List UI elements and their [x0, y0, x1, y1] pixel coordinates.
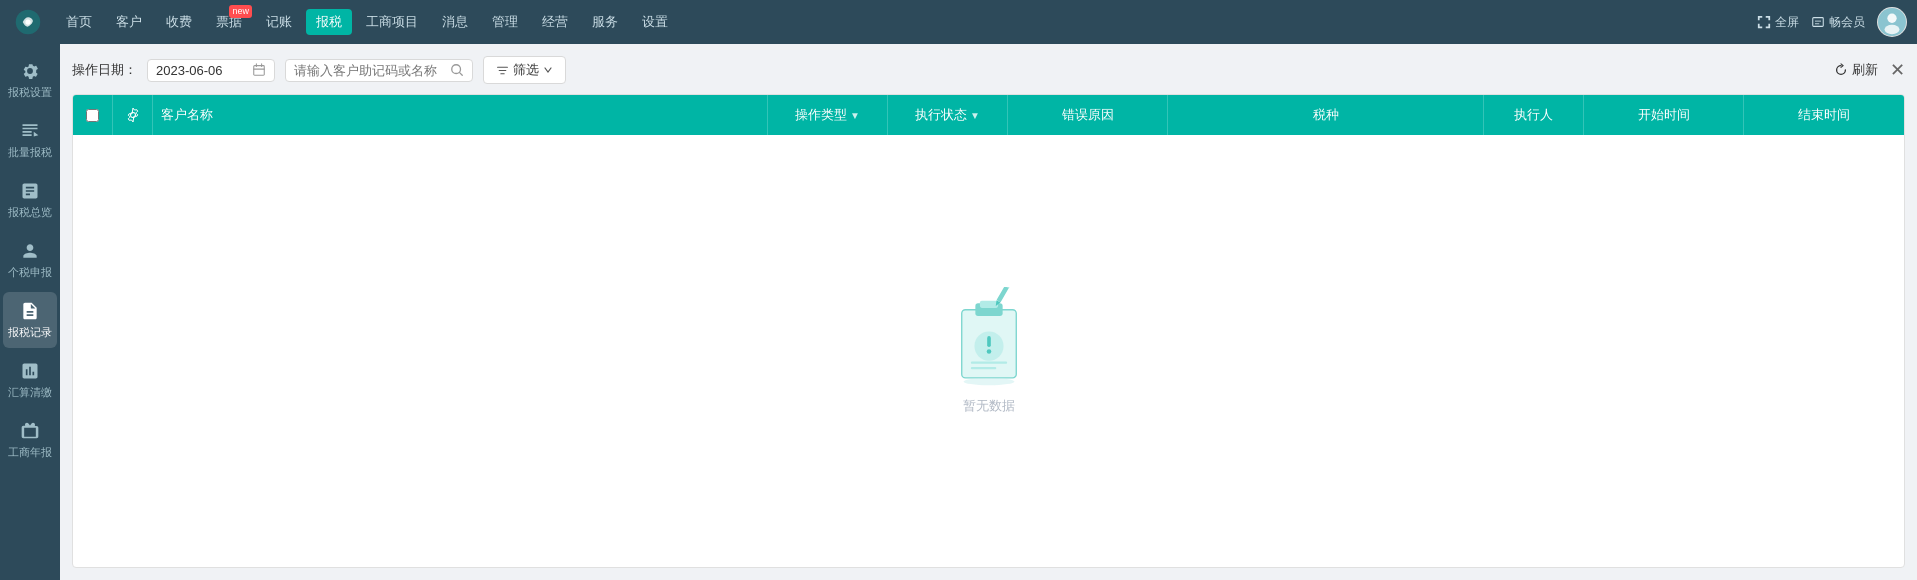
- svg-rect-14: [996, 287, 1009, 302]
- fullscreen-button[interactable]: 全屏: [1757, 14, 1799, 31]
- search-input[interactable]: [294, 63, 444, 78]
- avatar[interactable]: [1877, 7, 1907, 37]
- table-body: 暂无数据: [73, 135, 1904, 567]
- svg-point-1: [25, 19, 30, 24]
- top-nav: 首页客户收费票据new记账报税工商项目消息管理经营服务设置 全屏 畅会员: [0, 0, 1917, 44]
- nav-item-invoice[interactable]: 票据new: [206, 9, 252, 35]
- th-end-label: 结束时间: [1798, 106, 1850, 124]
- sidebar-label-tax-settings: 报税设置: [8, 85, 52, 100]
- op-type-sort-icon: ▼: [850, 110, 860, 121]
- th-start-time: 开始时间: [1584, 95, 1744, 135]
- svg-point-19: [963, 378, 1014, 385]
- sidebar-item-annual-report[interactable]: 工商年报: [3, 412, 57, 468]
- tax-settings-icon: [19, 60, 41, 82]
- th-client-label: 客户名称: [161, 106, 213, 124]
- svg-rect-2: [1813, 18, 1824, 27]
- svg-rect-18: [970, 367, 995, 369]
- tax-record-icon: [19, 300, 41, 322]
- th-op-type[interactable]: 操作类型 ▼: [768, 95, 888, 135]
- svg-point-5: [1885, 25, 1900, 34]
- sidebar-label-tax-record: 报税记录: [8, 325, 52, 340]
- th-checkbox[interactable]: [73, 95, 113, 135]
- nav-item-manage[interactable]: 管理: [482, 9, 528, 35]
- status-sort-icon: ▼: [970, 110, 980, 121]
- nav-item-collection[interactable]: 收费: [156, 9, 202, 35]
- member-label: 畅会员: [1829, 14, 1865, 31]
- th-error-label: 错误原因: [1062, 106, 1114, 124]
- th-status[interactable]: 执行状态 ▼: [888, 95, 1008, 135]
- nav-item-client[interactable]: 客户: [106, 9, 152, 35]
- date-input[interactable]: [156, 63, 246, 78]
- nav-item-service[interactable]: 服务: [582, 9, 628, 35]
- annual-report-icon: [19, 420, 41, 442]
- toolbar-row: 操作日期： 筛选 刷新 ✕: [72, 56, 1905, 84]
- table-header: 客户名称 操作类型 ▼ 执行状态 ▼ 错误原因 税种 执行人: [73, 95, 1904, 135]
- th-error: 错误原因: [1008, 95, 1168, 135]
- th-executor-label: 执行人: [1514, 106, 1553, 124]
- sidebar-item-personal-tax[interactable]: 个税申报: [3, 232, 57, 288]
- content-area: 操作日期： 筛选 刷新 ✕: [60, 44, 1917, 580]
- select-all-checkbox[interactable]: [86, 109, 99, 122]
- personal-tax-icon: [19, 240, 41, 262]
- refresh-label: 刷新: [1852, 61, 1878, 79]
- main-layout: 报税设置批量报税报税总览个税申报报税记录汇算清缴工商年报 操作日期： 筛选: [0, 44, 1917, 580]
- sidebar-label-annual-report: 工商年报: [8, 445, 52, 460]
- calc-tax-icon: [19, 360, 41, 382]
- th-client-name: 客户名称: [153, 95, 768, 135]
- empty-text: 暂无数据: [963, 397, 1015, 415]
- th-tax-label: 税种: [1313, 106, 1339, 124]
- member-button[interactable]: 畅会员: [1811, 14, 1865, 31]
- th-status-label: 执行状态: [915, 106, 967, 124]
- new-badge: new: [229, 5, 252, 18]
- date-picker[interactable]: [147, 59, 275, 82]
- th-settings[interactable]: [113, 95, 153, 135]
- nav-item-settings[interactable]: 设置: [632, 9, 678, 35]
- nav-item-message[interactable]: 消息: [432, 9, 478, 35]
- svg-rect-10: [979, 301, 997, 308]
- empty-illustration: [939, 287, 1039, 387]
- filter-label: 筛选: [513, 61, 539, 79]
- sidebar-item-tax-record[interactable]: 报税记录: [3, 292, 57, 348]
- tax-summary-icon: [19, 180, 41, 202]
- nav-item-tax[interactable]: 报税: [306, 9, 352, 35]
- refresh-button[interactable]: 刷新: [1834, 61, 1878, 79]
- sidebar-label-calc-tax: 汇算清缴: [8, 385, 52, 400]
- th-op-type-label: 操作类型: [795, 106, 847, 124]
- sidebar-item-tax-summary[interactable]: 报税总览: [3, 172, 57, 228]
- th-tax-type: 税种: [1168, 95, 1484, 135]
- nav-item-finance[interactable]: 经营: [532, 9, 578, 35]
- sidebar-label-batch-tax: 批量报税: [8, 145, 52, 160]
- close-button[interactable]: ✕: [1890, 61, 1905, 79]
- filter-button[interactable]: 筛选: [483, 56, 566, 84]
- sidebar-item-tax-settings[interactable]: 报税设置: [3, 52, 57, 108]
- th-start-label: 开始时间: [1638, 106, 1690, 124]
- th-executor: 执行人: [1484, 95, 1584, 135]
- nav-item-accounting[interactable]: 记账: [256, 9, 302, 35]
- table-container: 客户名称 操作类型 ▼ 执行状态 ▼ 错误原因 税种 执行人: [72, 94, 1905, 568]
- date-label: 操作日期：: [72, 61, 137, 79]
- svg-rect-17: [970, 362, 1006, 364]
- toolbar-right: 刷新 ✕: [1834, 61, 1905, 79]
- sidebar-label-personal-tax: 个税申报: [8, 265, 52, 280]
- sidebar-item-calc-tax[interactable]: 汇算清缴: [3, 352, 57, 408]
- batch-tax-icon: [19, 120, 41, 142]
- nav-item-home[interactable]: 首页: [56, 9, 102, 35]
- th-end-time: 结束时间: [1744, 95, 1904, 135]
- search-box[interactable]: [285, 59, 473, 82]
- top-nav-right: 全屏 畅会员: [1757, 7, 1907, 37]
- sidebar: 报税设置批量报税报税总览个税申报报税记录汇算清缴工商年报: [0, 44, 60, 580]
- sidebar-item-batch-tax[interactable]: 批量报税: [3, 112, 57, 168]
- svg-point-13: [986, 349, 991, 354]
- empty-state: 暂无数据: [939, 287, 1039, 415]
- logo[interactable]: [10, 4, 46, 40]
- svg-rect-12: [987, 336, 991, 347]
- svg-point-4: [1887, 14, 1896, 23]
- sidebar-label-tax-summary: 报税总览: [8, 205, 52, 220]
- fullscreen-label: 全屏: [1775, 14, 1799, 31]
- nav-item-business[interactable]: 工商项目: [356, 9, 428, 35]
- svg-rect-6: [254, 66, 265, 76]
- nav-items: 首页客户收费票据new记账报税工商项目消息管理经营服务设置: [56, 9, 1757, 35]
